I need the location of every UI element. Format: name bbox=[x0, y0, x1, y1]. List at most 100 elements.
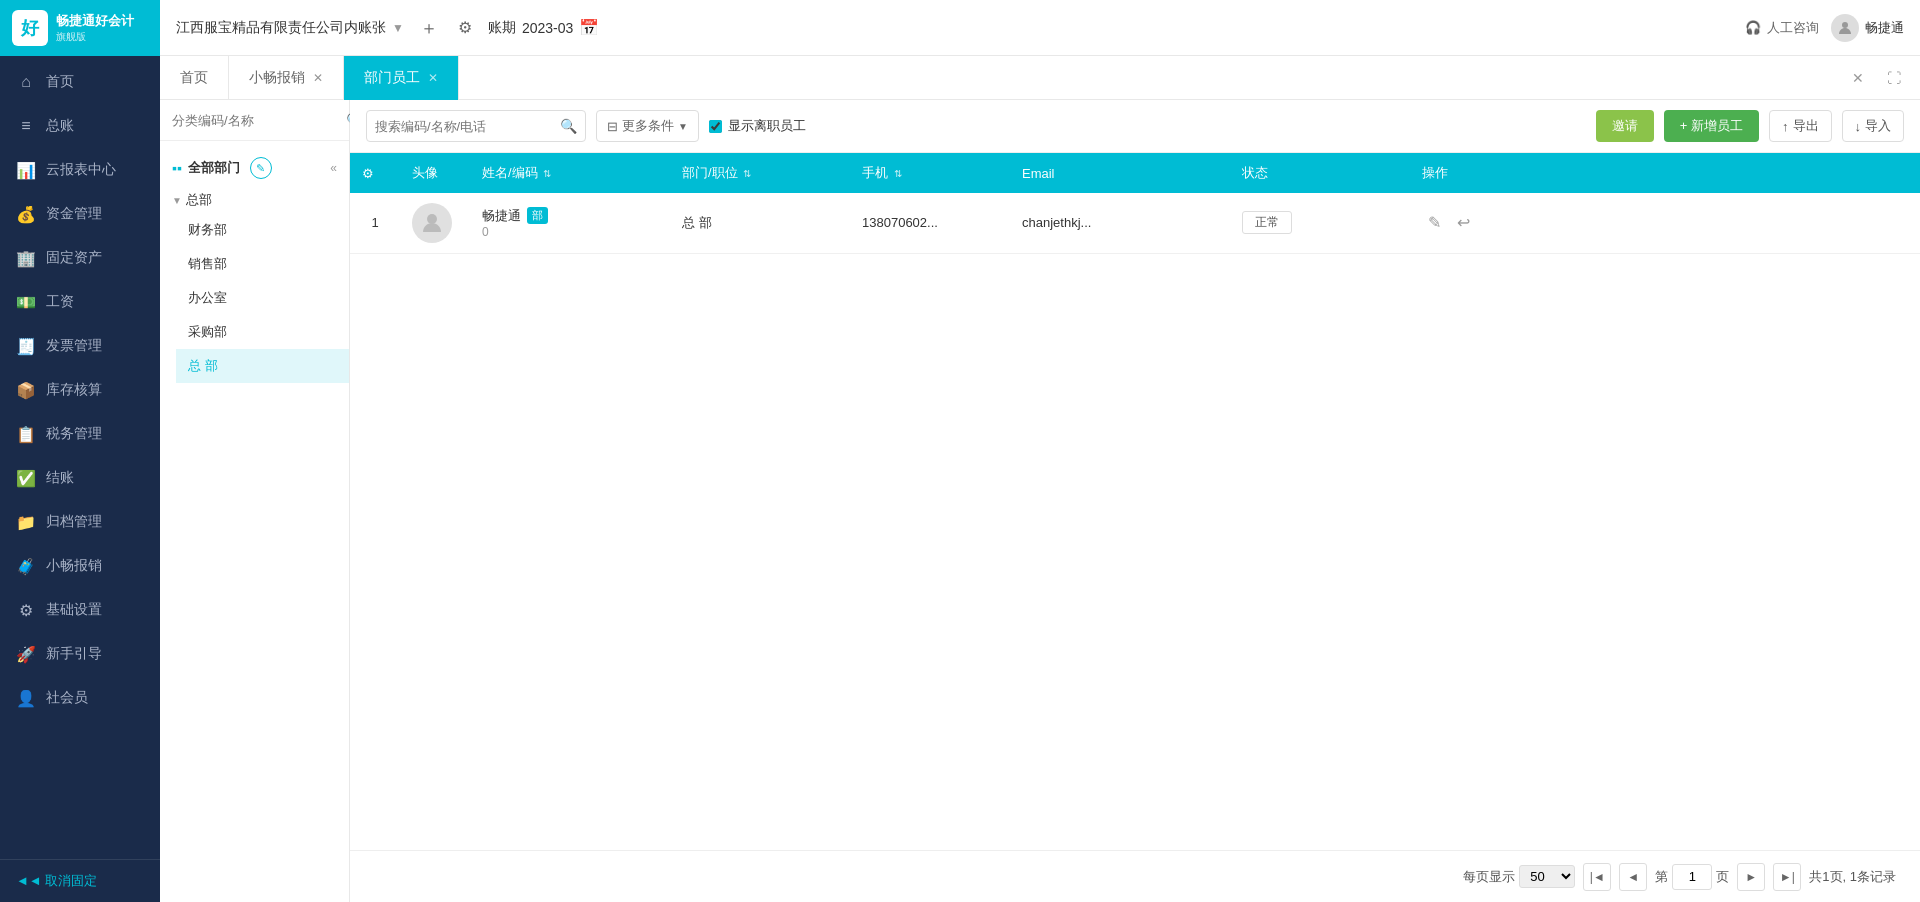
import-icon: ↓ bbox=[1855, 119, 1862, 134]
col-settings[interactable]: ⚙ bbox=[350, 153, 400, 193]
dept-edit-button[interactable]: ✎ bbox=[250, 157, 272, 179]
user-name: 畅捷通 bbox=[1865, 19, 1904, 37]
reports-icon: 📊 bbox=[16, 160, 36, 180]
more-filter-button[interactable]: ⊟ 更多条件 ▼ bbox=[596, 110, 699, 142]
employee-search-box: 🔍 bbox=[366, 110, 586, 142]
dept-root[interactable]: ▼ 总部 bbox=[160, 187, 349, 213]
expand-tab-button[interactable]: ⛶ bbox=[1880, 64, 1908, 92]
sidebar-item-checkout[interactable]: ✅ 结账 bbox=[0, 456, 160, 500]
dept-item-finance[interactable]: 财务部 bbox=[176, 213, 349, 247]
tab-employees-close[interactable]: ✕ bbox=[428, 71, 438, 85]
pagination-bar: 每页显示 10 20 50 100 |◄ ◄ 第 页 ► ►| bbox=[350, 850, 1920, 902]
col-name-label: 姓名/编码 bbox=[482, 165, 538, 180]
sidebar-item-label: 固定资产 bbox=[46, 249, 102, 267]
show-resigned-checkbox[interactable]: 显示离职员工 bbox=[709, 117, 806, 135]
sidebar-item-invoice[interactable]: 🧾 发票管理 bbox=[0, 324, 160, 368]
sidebar-item-reports[interactable]: 📊 云报表中心 bbox=[0, 148, 160, 192]
sidebar-item-settings[interactable]: ⚙ 基础设置 bbox=[0, 588, 160, 632]
dept-item-purchase[interactable]: 采购部 bbox=[176, 315, 349, 349]
employee-name-wrap: 畅捷通 部 bbox=[482, 207, 658, 225]
tab-employees-label: 部门员工 bbox=[364, 69, 420, 87]
archive-icon: 📁 bbox=[16, 512, 36, 532]
sidebar-item-expense[interactable]: 🧳 小畅报销 bbox=[0, 544, 160, 588]
employee-dept: 总 部 bbox=[682, 215, 712, 230]
sidebar-item-capital[interactable]: 💰 资金管理 bbox=[0, 192, 160, 236]
close-tab-button[interactable]: ✕ bbox=[1844, 64, 1872, 92]
calendar-icon[interactable]: 📅 bbox=[579, 18, 599, 37]
sidebar-item-label: 库存核算 bbox=[46, 381, 102, 399]
sidebar-item-salary[interactable]: 💵 工资 bbox=[0, 280, 160, 324]
dept-label: 总 部 bbox=[188, 357, 218, 375]
unpin-label: ◄◄ 取消固定 bbox=[16, 872, 97, 890]
sidebar-item-inventory[interactable]: 📦 库存核算 bbox=[0, 368, 160, 412]
sidebar-item-guide[interactable]: 🚀 新手引导 bbox=[0, 632, 160, 676]
accounting-period: 账期 2023-03 📅 bbox=[488, 18, 599, 37]
company-dropdown-icon: ▼ bbox=[392, 21, 404, 35]
last-page-button[interactable]: ►| bbox=[1773, 863, 1801, 891]
page-number-input[interactable] bbox=[1672, 864, 1712, 890]
next-page-button[interactable]: ► bbox=[1737, 863, 1765, 891]
sidebar-item-label: 结账 bbox=[46, 469, 74, 487]
row-phone: 138070602... bbox=[850, 193, 1010, 253]
logo-version: 旗舰版 bbox=[56, 30, 134, 44]
sidebar-item-assets[interactable]: 🏢 固定资产 bbox=[0, 236, 160, 280]
dept-collapse-button[interactable]: « bbox=[330, 161, 337, 175]
tab-employees[interactable]: 部门员工 ✕ bbox=[344, 56, 459, 100]
dept-search-input[interactable] bbox=[172, 113, 340, 128]
sidebar-item-label: 资金管理 bbox=[46, 205, 102, 223]
employee-search-icon[interactable]: 🔍 bbox=[560, 118, 577, 134]
company-name: 江西服宝精品有限责任公司内账张 bbox=[176, 19, 386, 37]
first-page-button[interactable]: |◄ bbox=[1583, 863, 1611, 891]
sidebar-item-label: 新手引导 bbox=[46, 645, 102, 663]
status-badge: 正常 bbox=[1242, 211, 1292, 234]
export-button[interactable]: ↑ 导出 bbox=[1769, 110, 1832, 142]
tab-expense[interactable]: 小畅报销 ✕ bbox=[229, 56, 344, 100]
company-settings-button[interactable]: ⚙ bbox=[454, 18, 476, 37]
resigned-check[interactable] bbox=[709, 120, 722, 133]
sidebar-item-ledger[interactable]: ≡ 总账 bbox=[0, 104, 160, 148]
employee-table-wrap: ⚙ 头像 姓名/编码 ⇅ 部门/职位 ⇅ bbox=[350, 153, 1920, 850]
dept-item-general[interactable]: 总 部 bbox=[176, 349, 349, 383]
tabs-controls: ✕ ⛶ bbox=[1844, 64, 1920, 92]
checkout-icon: ✅ bbox=[16, 468, 36, 488]
service-button[interactable]: 🎧 人工咨询 bbox=[1745, 19, 1819, 37]
svg-point-0 bbox=[1842, 22, 1848, 28]
tab-home[interactable]: 首页 bbox=[160, 56, 229, 100]
tab-expense-close[interactable]: ✕ bbox=[313, 71, 323, 85]
per-page-select[interactable]: 10 20 50 100 bbox=[1519, 865, 1575, 888]
sidebar-unpin[interactable]: ◄◄ 取消固定 bbox=[0, 859, 160, 902]
delete-employee-button[interactable]: ↩ bbox=[1451, 214, 1476, 231]
col-name[interactable]: 姓名/编码 ⇅ bbox=[470, 153, 670, 193]
col-avatar: 头像 bbox=[400, 153, 470, 193]
edit-employee-button[interactable]: ✎ bbox=[1422, 214, 1447, 231]
add-company-button[interactable]: ＋ bbox=[416, 16, 442, 40]
add-employee-label: + 新增员工 bbox=[1680, 117, 1743, 135]
import-button[interactable]: ↓ 导入 bbox=[1842, 110, 1905, 142]
company-selector[interactable]: 江西服宝精品有限责任公司内账张 ▼ bbox=[176, 19, 404, 37]
sidebar-item-label: 社会员 bbox=[46, 689, 88, 707]
col-status-label: 状态 bbox=[1242, 165, 1268, 180]
sidebar-item-archive[interactable]: 📁 归档管理 bbox=[0, 500, 160, 544]
employee-search-input[interactable] bbox=[375, 119, 556, 134]
sidebar-item-label: 总账 bbox=[46, 117, 74, 135]
dept-item-office[interactable]: 办公室 bbox=[176, 281, 349, 315]
col-dept[interactable]: 部门/职位 ⇅ bbox=[670, 153, 850, 193]
tabs-bar: 首页 小畅报销 ✕ 部门员工 ✕ ✕ ⛶ bbox=[160, 56, 1920, 100]
prev-page-button[interactable]: ◄ bbox=[1619, 863, 1647, 891]
col-phone[interactable]: 手机 ⇅ bbox=[850, 153, 1010, 193]
period-value: 2023-03 bbox=[522, 20, 573, 36]
col-status: 状态 bbox=[1230, 153, 1410, 193]
service-label: 人工咨询 bbox=[1767, 19, 1819, 37]
sidebar-item-label: 首页 bbox=[46, 73, 74, 91]
sidebar-item-tax[interactable]: 📋 税务管理 bbox=[0, 412, 160, 456]
sidebar-item-home[interactable]: ⌂ 首页 bbox=[0, 60, 160, 104]
sidebar-item-more[interactable]: 👤 社会员 bbox=[0, 676, 160, 720]
tax-icon: 📋 bbox=[16, 424, 36, 444]
dept-item-sales[interactable]: 销售部 bbox=[176, 247, 349, 281]
headset-icon: 🎧 bbox=[1745, 20, 1761, 35]
invite-button[interactable]: 邀请 bbox=[1596, 110, 1654, 142]
dept-all-label[interactable]: 全部部门 bbox=[188, 159, 240, 177]
sidebar: 好 畅捷通好会计 旗舰版 ⌂ 首页 ≡ 总账 📊 云报表中心 💰 资金管理 🏢 … bbox=[0, 0, 160, 902]
dept-label: 财务部 bbox=[188, 221, 227, 239]
add-employee-button[interactable]: + 新增员工 bbox=[1664, 110, 1759, 142]
